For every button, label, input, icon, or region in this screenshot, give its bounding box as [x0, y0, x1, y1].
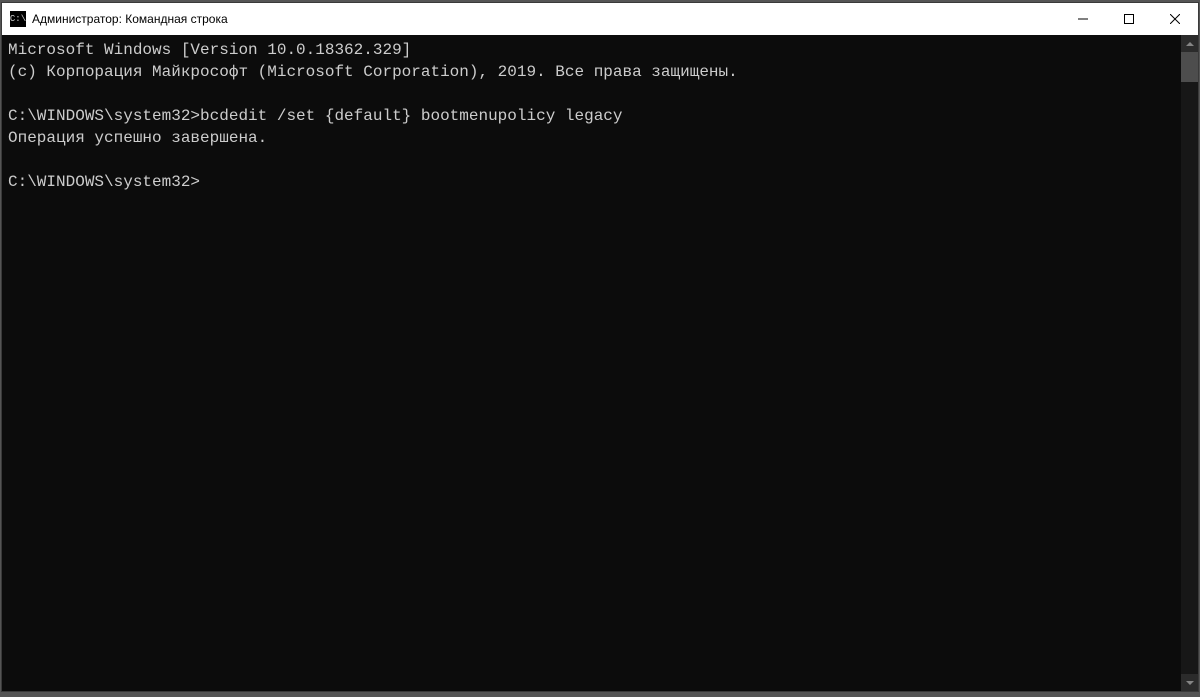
blank-line: [8, 149, 1175, 171]
console-command: bcdedit /set {default} bootmenupolicy le…: [200, 107, 622, 125]
window-controls: [1060, 3, 1198, 35]
console-prompt: C:\WINDOWS\system32>: [8, 173, 200, 191]
vertical-scrollbar[interactable]: [1181, 35, 1198, 691]
console-prompt: C:\WINDOWS\system32>: [8, 107, 200, 125]
window-title: Администратор: Командная строка: [32, 12, 1060, 26]
close-icon: [1170, 14, 1180, 24]
maximize-button[interactable]: [1106, 3, 1152, 35]
scroll-up-button[interactable]: [1181, 35, 1198, 52]
cmd-window: C:\ Администратор: Командная строка Micr…: [1, 2, 1199, 692]
blank-line: [8, 83, 1175, 105]
titlebar[interactable]: C:\ Администратор: Командная строка: [2, 3, 1198, 35]
console-line: (c) Корпорация Майкрософт (Microsoft Cor…: [8, 63, 738, 81]
scroll-thumb[interactable]: [1181, 52, 1198, 82]
client-area: Microsoft Windows [Version 10.0.18362.32…: [2, 35, 1198, 691]
chevron-up-icon: [1186, 40, 1194, 48]
console-line: Операция успешно завершена.: [8, 129, 267, 147]
minimize-icon: [1078, 14, 1088, 24]
close-button[interactable]: [1152, 3, 1198, 35]
console-output[interactable]: Microsoft Windows [Version 10.0.18362.32…: [2, 35, 1181, 691]
scroll-down-button[interactable]: [1181, 674, 1198, 691]
cmd-icon: C:\: [10, 11, 26, 27]
console-line: Microsoft Windows [Version 10.0.18362.32…: [8, 41, 411, 59]
scroll-track[interactable]: [1181, 52, 1198, 674]
chevron-down-icon: [1186, 679, 1194, 687]
maximize-icon: [1124, 14, 1134, 24]
minimize-button[interactable]: [1060, 3, 1106, 35]
